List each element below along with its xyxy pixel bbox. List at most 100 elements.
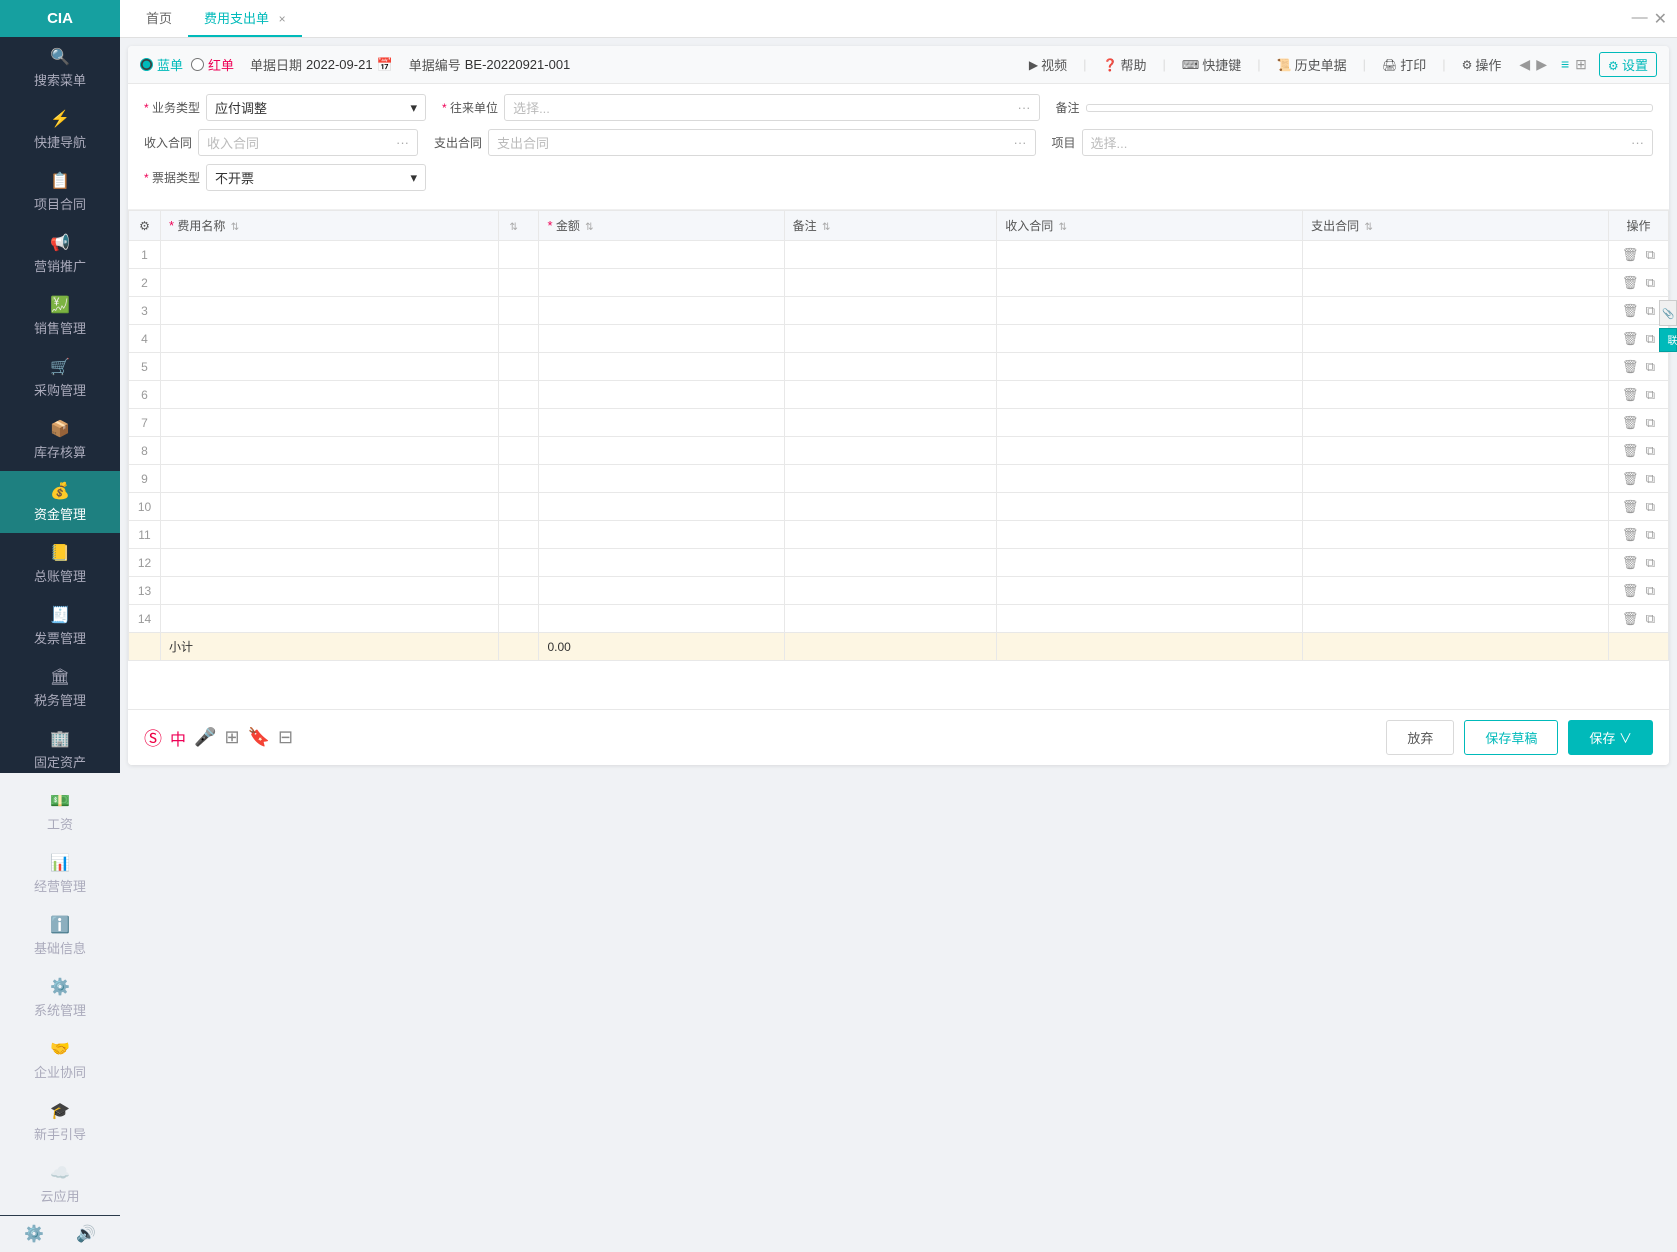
right-panel-btn2[interactable]: 联 bbox=[1659, 328, 1677, 352]
cell-income-contract[interactable] bbox=[997, 353, 1303, 381]
settings-button[interactable]: ⚙ 设置 bbox=[1599, 52, 1657, 77]
sidebar-item-collab[interactable]: 🤝企业协同 bbox=[0, 1029, 120, 1091]
remark-input[interactable] bbox=[1086, 104, 1653, 112]
project-input[interactable]: 选择... ··· bbox=[1082, 129, 1653, 156]
ops-btn[interactable]: ⚙ 操作 bbox=[1456, 53, 1508, 76]
sound-icon[interactable]: 🔊 bbox=[76, 1224, 96, 1244]
window-close-icon[interactable]: ✕ bbox=[1654, 9, 1667, 29]
cell-amount[interactable] bbox=[539, 493, 784, 521]
sidebar-item-guide[interactable]: 🎓新手引导 bbox=[0, 1091, 120, 1153]
copy-icon[interactable]: ⧉ bbox=[1646, 611, 1655, 626]
cell-expense-contract[interactable] bbox=[1303, 605, 1609, 633]
sidebar-item-project[interactable]: 📋项目合同 bbox=[0, 161, 120, 223]
cell-note[interactable] bbox=[784, 269, 997, 297]
cell-income-contract[interactable] bbox=[997, 241, 1303, 269]
cell-amount[interactable] bbox=[539, 577, 784, 605]
shortcut-btn[interactable]: ⌨ 快捷键 bbox=[1176, 53, 1247, 76]
cell-expense-contract[interactable] bbox=[1303, 269, 1609, 297]
sidebar-item-assets[interactable]: 🏢固定资产 bbox=[0, 719, 120, 781]
cell-income-contract[interactable] bbox=[997, 605, 1303, 633]
sidebar-item-marketing[interactable]: 📢营销推广 bbox=[0, 223, 120, 285]
delete-icon[interactable]: 🗑 bbox=[1622, 443, 1639, 458]
sidebar-item-quicknav[interactable]: ⚡快捷导航 bbox=[0, 99, 120, 161]
delete-icon[interactable]: 🗑 bbox=[1622, 583, 1639, 598]
right-panel-btn1[interactable]: 📎 bbox=[1659, 300, 1677, 326]
copy-icon[interactable]: ⧉ bbox=[1646, 387, 1655, 402]
cell-expense-contract[interactable] bbox=[1303, 577, 1609, 605]
cell-amount[interactable] bbox=[539, 269, 784, 297]
next-arrow[interactable]: ▶ bbox=[1534, 56, 1549, 73]
save-draft-button[interactable]: 保存草稿 bbox=[1464, 720, 1558, 755]
cell-expense-name[interactable] bbox=[161, 269, 499, 297]
cell-amount[interactable] bbox=[539, 353, 784, 381]
sidebar-item-inventory[interactable]: 📦库存核算 bbox=[0, 409, 120, 471]
delete-icon[interactable]: 🗑 bbox=[1622, 331, 1639, 346]
list-view-btn[interactable]: ≡ bbox=[1559, 56, 1571, 73]
cell-expense-contract[interactable] bbox=[1303, 437, 1609, 465]
tab-home[interactable]: 首页 bbox=[130, 0, 188, 37]
delete-icon[interactable]: 🗑 bbox=[1622, 471, 1639, 486]
cell-expense-contract[interactable] bbox=[1303, 549, 1609, 577]
copy-icon[interactable]: ⧉ bbox=[1646, 443, 1655, 458]
cell-income-contract[interactable] bbox=[997, 549, 1303, 577]
sort-icon-income[interactable]: ⇅ bbox=[1059, 222, 1067, 233]
cell-amount[interactable] bbox=[539, 465, 784, 493]
sort-icon-note[interactable]: ⇅ bbox=[822, 222, 830, 233]
cell-expense-name[interactable] bbox=[161, 605, 499, 633]
sidebar-item-sales[interactable]: 💹销售管理 bbox=[0, 285, 120, 347]
table-icon[interactable]: ⊞ bbox=[224, 727, 239, 748]
cell-amount[interactable] bbox=[539, 381, 784, 409]
copy-icon[interactable]: ⧉ bbox=[1646, 471, 1655, 486]
copy-icon[interactable]: ⧉ bbox=[1646, 527, 1655, 542]
cell-expense-name[interactable] bbox=[161, 297, 499, 325]
cell-expense-name[interactable] bbox=[161, 521, 499, 549]
delete-icon[interactable]: 🗑 bbox=[1622, 387, 1639, 402]
red-radio[interactable]: 红单 bbox=[191, 55, 234, 74]
cell-note[interactable] bbox=[784, 381, 997, 409]
cell-expense-contract[interactable] bbox=[1303, 353, 1609, 381]
settings-icon[interactable]: ⚙️ bbox=[24, 1224, 44, 1244]
calendar-icon[interactable]: 📅 bbox=[377, 57, 393, 73]
copy-icon[interactable]: ⧉ bbox=[1646, 555, 1655, 570]
sidebar-item-system[interactable]: ⚙️系统管理 bbox=[0, 967, 120, 1029]
cell-amount[interactable] bbox=[539, 605, 784, 633]
tab-expense[interactable]: 费用支出单 × bbox=[188, 0, 302, 37]
delete-icon[interactable]: 🗑 bbox=[1622, 359, 1639, 374]
cell-expense-name[interactable] bbox=[161, 437, 499, 465]
cell-note[interactable] bbox=[784, 325, 997, 353]
sidebar-item-purchase[interactable]: 🛒采购管理 bbox=[0, 347, 120, 409]
sidebar-item-invoice[interactable]: 🧾发票管理 bbox=[0, 595, 120, 657]
cell-note[interactable] bbox=[784, 297, 997, 325]
delete-icon[interactable]: 🗑 bbox=[1622, 247, 1639, 262]
delete-icon[interactable]: 🗑 bbox=[1622, 415, 1639, 430]
cell-expense-name[interactable] bbox=[161, 241, 499, 269]
delete-icon[interactable]: 🗑 bbox=[1622, 499, 1639, 514]
copy-icon[interactable]: ⧉ bbox=[1646, 415, 1655, 430]
sidebar-item-cloud[interactable]: ☁️云应用 bbox=[0, 1153, 120, 1215]
ticket-type-input[interactable]: 不开票 ▾ bbox=[206, 164, 426, 191]
cell-note[interactable] bbox=[784, 605, 997, 633]
delete-icon[interactable]: 🗑 bbox=[1622, 555, 1639, 570]
sidebar-item-ledger[interactable]: 📒总账管理 bbox=[0, 533, 120, 595]
cell-note[interactable] bbox=[784, 437, 997, 465]
cell-amount[interactable] bbox=[539, 409, 784, 437]
cell-amount[interactable] bbox=[539, 325, 784, 353]
delete-icon[interactable]: 🗑 bbox=[1622, 275, 1639, 290]
sidebar-item-info[interactable]: ℹ️基础信息 bbox=[0, 905, 120, 967]
counterparty-input[interactable]: 选择... ··· bbox=[504, 94, 1039, 121]
sidebar-item-salary[interactable]: 💵工资 bbox=[0, 781, 120, 843]
cell-expense-name[interactable] bbox=[161, 381, 499, 409]
cell-income-contract[interactable] bbox=[997, 577, 1303, 605]
sidebar-item-search[interactable]: 🔍搜索菜单 bbox=[0, 37, 120, 99]
cell-income-contract[interactable] bbox=[997, 325, 1303, 353]
blue-radio[interactable]: 蓝单 bbox=[140, 55, 183, 74]
grid-view-btn[interactable]: ⊞ bbox=[1573, 56, 1589, 73]
cell-note[interactable] bbox=[784, 353, 997, 381]
prev-arrow[interactable]: ◀ bbox=[1517, 56, 1532, 73]
cell-amount[interactable] bbox=[539, 521, 784, 549]
save-button[interactable]: 保存 ∨ bbox=[1568, 720, 1653, 755]
cell-note[interactable] bbox=[784, 549, 997, 577]
cell-income-contract[interactable] bbox=[997, 521, 1303, 549]
cell-expense-name[interactable] bbox=[161, 409, 499, 437]
cell-expense-contract[interactable] bbox=[1303, 493, 1609, 521]
